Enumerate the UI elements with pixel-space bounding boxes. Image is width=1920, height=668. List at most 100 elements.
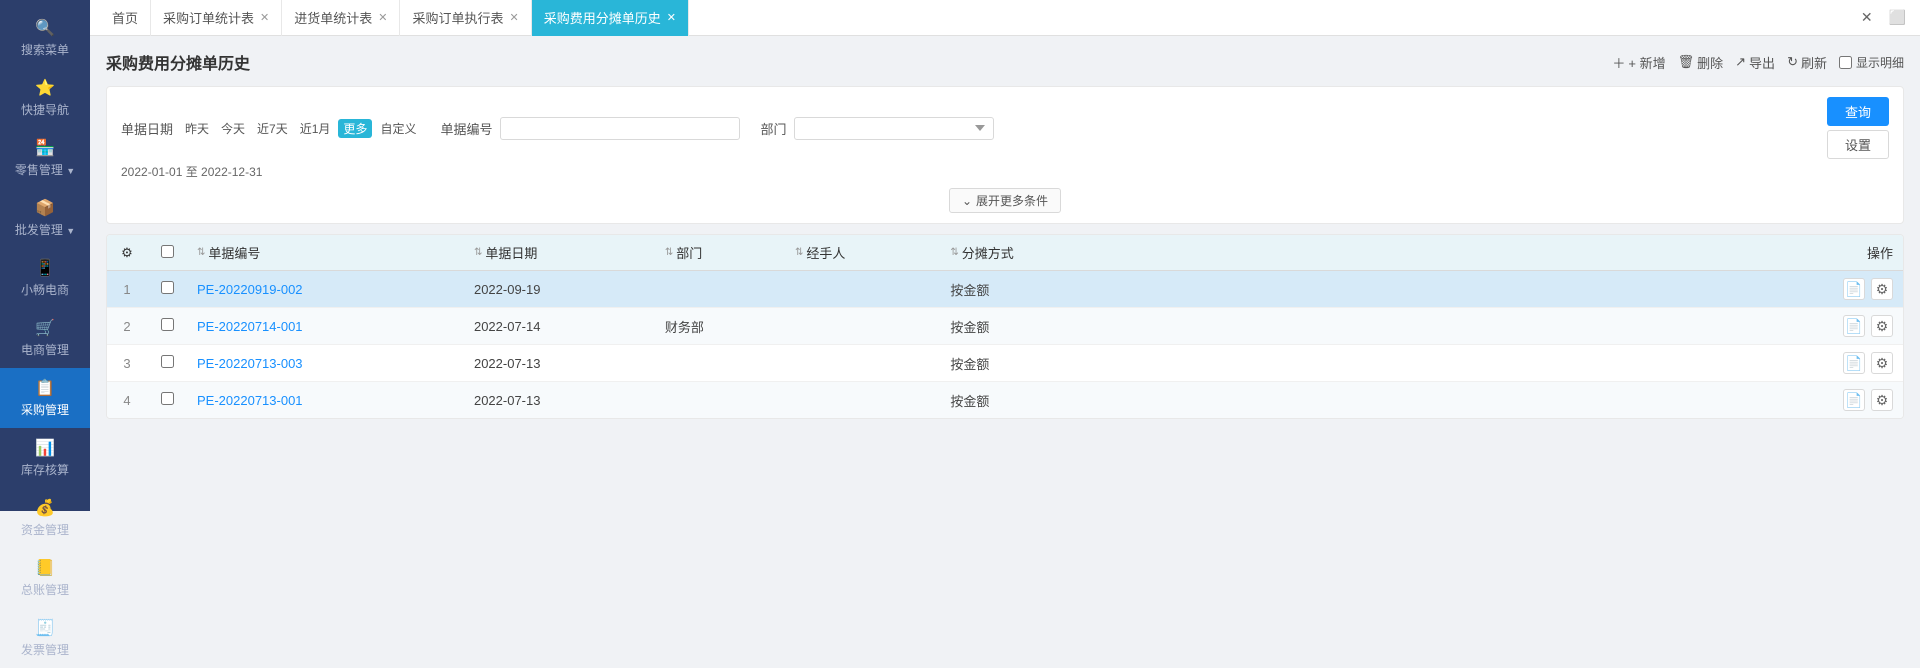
more-action-button[interactable]: ⚙ [1871, 389, 1893, 411]
shortcut-custom[interactable]: 自定义 [376, 119, 420, 138]
doc-no-filter-group: 单据编号 [440, 117, 740, 140]
shortcut-today[interactable]: 今天 [217, 119, 249, 138]
settings-icon[interactable]: ⚙ [121, 245, 133, 261]
dept-select[interactable] [794, 117, 994, 140]
tab-purchase-order-stats[interactable]: 采购订单统计表 ✕ [151, 0, 282, 36]
tab-actions: ✕ ⬜ [1857, 7, 1910, 28]
tab-purchase-cost-history[interactable]: 采购费用分摊单历史 ✕ [532, 0, 689, 36]
col-settings[interactable]: ⚙ [107, 235, 147, 271]
tab-purchase-order-exec[interactable]: 采购订单执行表 ✕ [400, 0, 531, 36]
row-checkbox[interactable] [147, 345, 187, 382]
sidebar-item-purchase[interactable]: 📋 采购管理 [0, 368, 90, 428]
row-select-checkbox[interactable] [161, 281, 174, 294]
search-icon: 🔍 [4, 18, 86, 38]
filter-row-1: 单据日期 昨天 今天 近7天 近1月 更多 自定义 单据编号 部门 [121, 97, 1889, 159]
sidebar-item-wholesale[interactable]: 📦 批发管理 ▼ [0, 188, 90, 248]
row-split-method: 按金额 [940, 382, 1823, 419]
chevron-down-icon: ⌄ [962, 194, 972, 208]
refresh-button[interactable]: ↻ 刷新 [1787, 53, 1827, 72]
doc-no-link[interactable]: PE-20220713-003 [197, 356, 303, 371]
doc-no-link[interactable]: PE-20220919-002 [197, 282, 303, 297]
sidebar-item-shortcut[interactable]: ⭐ 快捷导航 [0, 68, 90, 128]
shortcut-more[interactable]: 更多 [338, 119, 372, 138]
doc-no-input[interactable] [500, 117, 740, 140]
doc-no-link[interactable]: PE-20220713-001 [197, 393, 303, 408]
close-tab-purchase-cost-history[interactable]: ✕ [667, 11, 676, 24]
row-actions: 📄 ⚙ [1823, 271, 1903, 308]
table-row: 3 PE-20220713-003 2022-07-13 按金额 📄 ⚙ [107, 345, 1903, 382]
edit-action-button[interactable]: 📄 [1843, 315, 1865, 337]
sidebar: 🔍 搜索菜单 ⭐ 快捷导航 🏪 零售管理 ▼ 📦 批发管理 ▼ 📱 小畅电商 🛒… [0, 0, 90, 511]
tab-home[interactable]: 首页 [100, 0, 151, 36]
filter-row-date-range: 2022-01-01 至 2022-12-31 [121, 163, 1889, 180]
close-tab-purchase-goods-stats[interactable]: ✕ [378, 11, 387, 24]
col-doc-date[interactable]: ⇅ 单据日期 [464, 235, 655, 271]
row-select-checkbox[interactable] [161, 318, 174, 331]
chevron-down-icon: ▼ [66, 226, 75, 236]
mini-icon: 📱 [4, 258, 86, 278]
row-select-checkbox[interactable] [161, 355, 174, 368]
row-checkbox[interactable] [147, 308, 187, 345]
more-action-button[interactable]: ⚙ [1871, 315, 1893, 337]
close-tab-purchase-order-stats[interactable]: ✕ [260, 11, 269, 24]
shortcut-yesterday[interactable]: 昨天 [181, 119, 213, 138]
edit-action-button[interactable]: 📄 [1843, 389, 1865, 411]
edit-action-button[interactable]: 📄 [1843, 352, 1865, 374]
export-button[interactable]: ↗ 导出 [1735, 53, 1775, 72]
shortcut-1month[interactable]: 近1月 [296, 119, 335, 138]
row-checkbox[interactable] [147, 271, 187, 308]
row-handler [785, 271, 940, 308]
row-split-method: 按金额 [940, 308, 1823, 345]
row-doc-date: 2022-09-19 [464, 271, 655, 308]
data-table: ⚙ ⇅ 单据编号 [107, 235, 1903, 418]
close-tab-purchase-order-exec[interactable]: ✕ [510, 11, 519, 24]
col-checkbox [147, 235, 187, 271]
setting-button[interactable]: 设置 [1827, 130, 1889, 159]
add-icon: ＋ [1612, 53, 1625, 72]
sidebar-item-ecommerce[interactable]: 🛒 电商管理 [0, 308, 90, 368]
row-num: 4 [107, 382, 147, 419]
col-dept[interactable]: ⇅ 部门 [655, 235, 785, 271]
sort-icon: ⇅ [795, 247, 803, 258]
row-actions: 📄 ⚙ [1823, 382, 1903, 419]
doc-no-link[interactable]: PE-20220714-001 [197, 319, 303, 334]
row-split-method: 按金额 [940, 345, 1823, 382]
shortcut-7days[interactable]: 近7天 [253, 119, 292, 138]
sort-icon: ⇅ [665, 247, 673, 258]
invoice-icon: 🧾 [4, 618, 86, 638]
sidebar-item-accounting[interactable]: 📒 总账管理 [0, 548, 90, 608]
close-window-button[interactable]: ✕ [1857, 7, 1877, 28]
more-action-button[interactable]: ⚙ [1871, 352, 1893, 374]
col-split-method[interactable]: ⇅ 分摊方式 [940, 235, 1823, 271]
col-handler[interactable]: ⇅ 经手人 [785, 235, 940, 271]
table-row: 1 PE-20220919-002 2022-09-19 按金额 📄 ⚙ [107, 271, 1903, 308]
show-detail-checkbox-label[interactable]: 显示明细 [1839, 54, 1904, 71]
tab-purchase-goods-stats[interactable]: 进货单统计表 ✕ [282, 0, 400, 36]
select-all-checkbox[interactable] [161, 245, 174, 258]
sidebar-item-inventory[interactable]: 📊 库存核算 [0, 428, 90, 488]
row-doc-date: 2022-07-13 [464, 345, 655, 382]
expand-more-button[interactable]: ⌄ 展开更多条件 [949, 188, 1061, 213]
sidebar-item-invoice[interactable]: 🧾 发票管理 [0, 608, 90, 668]
sort-icon: ⇅ [474, 247, 482, 258]
retail-icon: 🏪 [4, 138, 86, 158]
row-doc-no: PE-20220713-001 [187, 382, 464, 419]
sidebar-item-mini[interactable]: 📱 小畅电商 [0, 248, 90, 308]
purchase-icon: 📋 [4, 378, 86, 398]
add-button[interactable]: ＋ + 新增 [1612, 53, 1665, 72]
sidebar-item-retail[interactable]: 🏪 零售管理 ▼ [0, 128, 90, 188]
sidebar-item-finance[interactable]: 💰 资金管理 [0, 488, 90, 548]
maximize-window-button[interactable]: ⬜ [1885, 7, 1910, 28]
row-select-checkbox[interactable] [161, 392, 174, 405]
query-button[interactable]: 查询 [1827, 97, 1889, 126]
row-handler [785, 308, 940, 345]
data-table-container: ⚙ ⇅ 单据编号 [106, 234, 1904, 419]
delete-button[interactable]: 🗑 删除 [1678, 53, 1724, 72]
edit-action-button[interactable]: 📄 [1843, 278, 1865, 300]
more-action-button[interactable]: ⚙ [1871, 278, 1893, 300]
sidebar-item-search[interactable]: 🔍 搜索菜单 [0, 8, 90, 68]
col-doc-no[interactable]: ⇅ 单据编号 [187, 235, 464, 271]
show-detail-checkbox[interactable] [1839, 56, 1852, 69]
row-handler [785, 345, 940, 382]
row-checkbox[interactable] [147, 382, 187, 419]
